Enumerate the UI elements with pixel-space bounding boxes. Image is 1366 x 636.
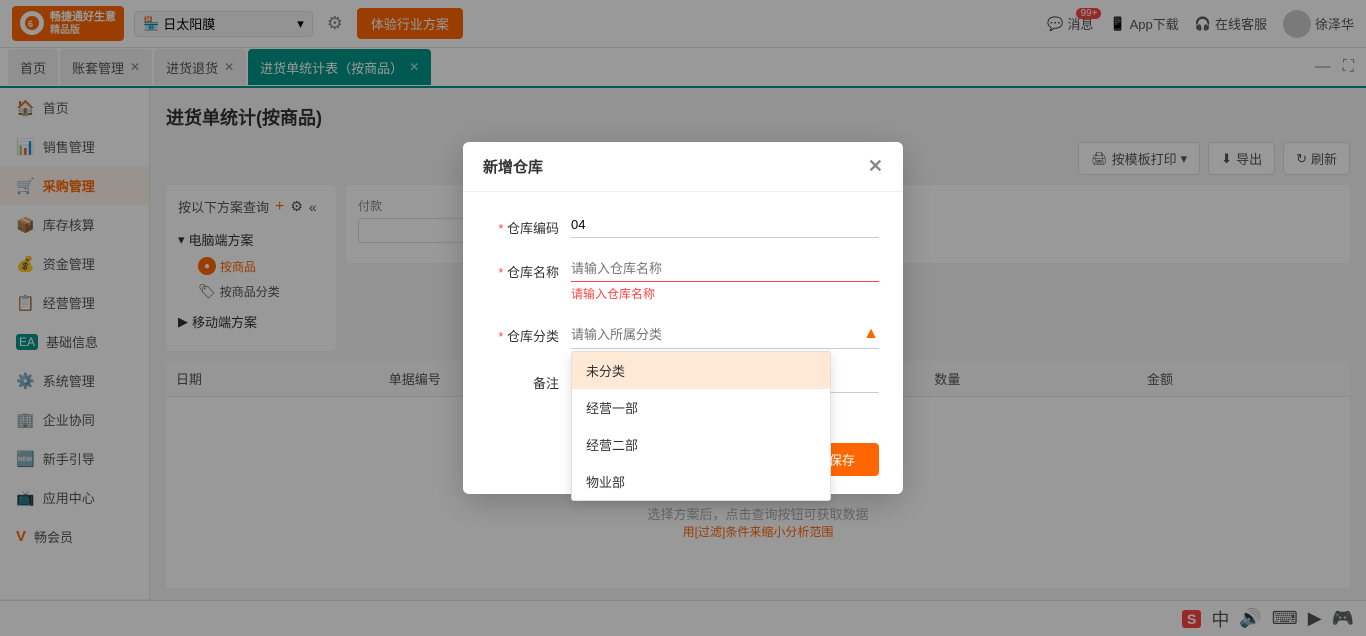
dialog-title: 新增仓库	[483, 156, 543, 177]
code-control	[571, 212, 879, 238]
category-dropdown: 未分类 经营一部 经营二部 物业部	[571, 351, 831, 501]
code-input[interactable]	[571, 212, 879, 238]
code-field-row: 仓库编码	[487, 212, 879, 238]
remark-label: 备注	[487, 367, 559, 392]
dropdown-item-unclassified[interactable]: 未分类	[572, 352, 830, 389]
name-error-msg: 请输入仓库名称	[571, 285, 879, 302]
name-label: 仓库名称	[487, 256, 559, 281]
category-select-wrap[interactable]: ▲	[571, 320, 879, 349]
dialog-header: 新增仓库 ✕	[463, 142, 903, 192]
code-label: 仓库编码	[487, 212, 559, 237]
category-input[interactable]	[571, 327, 859, 342]
category-control: ▲ 未分类 经营一部 经营二部 物业部	[571, 320, 879, 349]
dialog-close-btn[interactable]: ✕	[868, 156, 883, 177]
modal-overlay[interactable]: 新增仓库 ✕ 仓库编码 仓库名称 请输入仓库名称 仓库分类	[0, 0, 1366, 636]
name-control: 请输入仓库名称	[571, 256, 879, 302]
category-label: 仓库分类	[487, 320, 559, 345]
dropdown-item-dept2[interactable]: 经营二部	[572, 426, 830, 463]
name-input[interactable]	[571, 256, 879, 282]
dropdown-item-dept1[interactable]: 经营一部	[572, 389, 830, 426]
dialog-body: 仓库编码 仓库名称 请输入仓库名称 仓库分类 ▲	[463, 192, 903, 431]
name-field-row: 仓库名称 请输入仓库名称	[487, 256, 879, 302]
chevron-up-icon[interactable]: ▲	[863, 325, 879, 343]
add-warehouse-dialog: 新增仓库 ✕ 仓库编码 仓库名称 请输入仓库名称 仓库分类	[463, 142, 903, 494]
dropdown-item-property[interactable]: 物业部	[572, 463, 830, 500]
category-field-row: 仓库分类 ▲ 未分类 经营一部 经营二部 物业部	[487, 320, 879, 349]
